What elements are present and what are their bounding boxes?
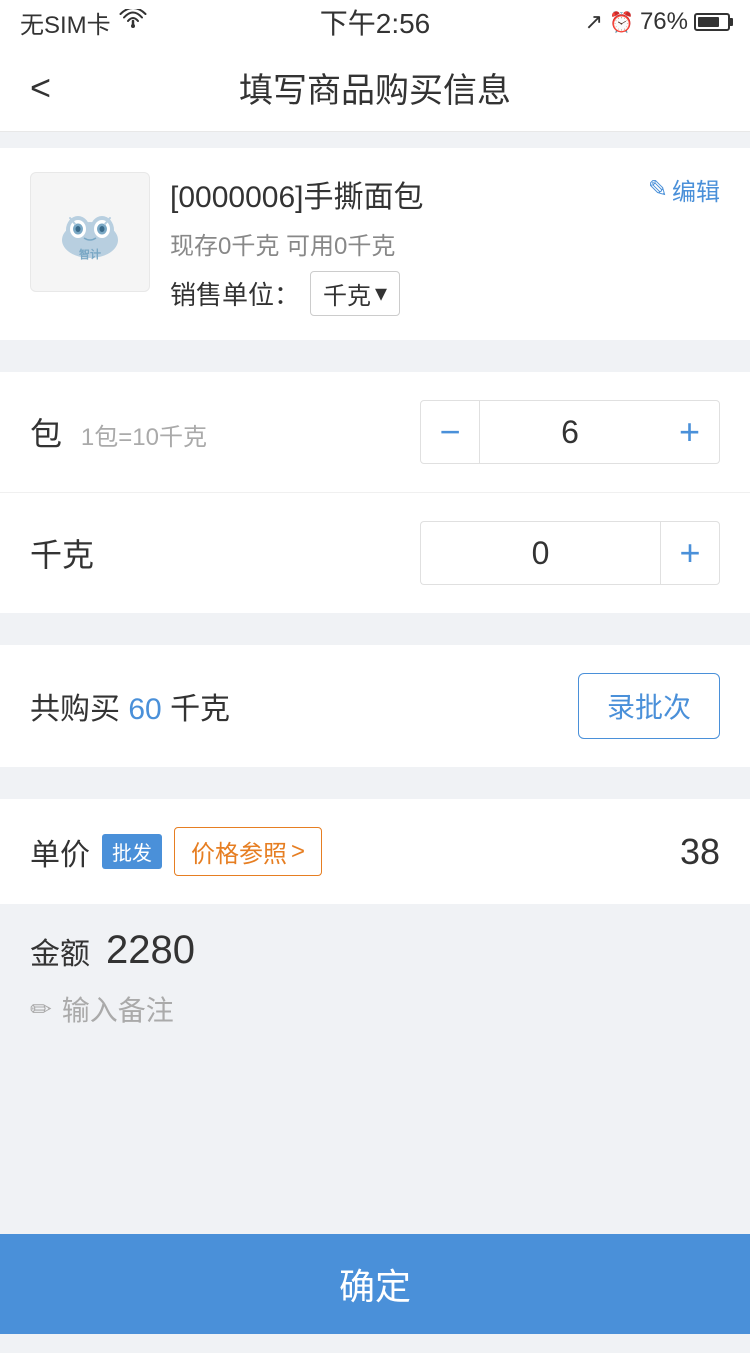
status-time: 下午2:56	[320, 2, 431, 42]
amount-value: 2280	[106, 928, 195, 973]
amount-label: 金额	[30, 929, 90, 973]
total-text: 共购买 60 千克	[30, 684, 230, 728]
separator-1	[0, 340, 750, 356]
bag-qty-section: 包 1包=10千克 − + 千克 +	[0, 372, 750, 613]
bag-label-group: 包 1包=10千克	[30, 409, 420, 455]
price-ref-arrow: >	[291, 838, 305, 866]
price-ref-button[interactable]: 价格参照 >	[174, 827, 322, 876]
unit-value: 千克	[323, 276, 371, 311]
kg-plus-button[interactable]: +	[660, 521, 720, 585]
product-name: [0000006]手撕面包	[170, 172, 720, 216]
wifi-icon	[119, 8, 147, 36]
separator-2	[0, 613, 750, 629]
price-ref-label: 价格参照	[191, 834, 287, 869]
product-unit-row: 销售单位： 千克 ▾	[170, 271, 720, 316]
bag-qty-input[interactable]	[480, 400, 660, 464]
back-button[interactable]: <	[30, 57, 61, 119]
edit-icon: ✎	[648, 175, 668, 204]
price-label-group: 单价 批发 价格参照 >	[30, 827, 322, 876]
status-right: ↗ ⏰ 76%	[585, 8, 730, 36]
status-left: 无SIM卡	[20, 5, 147, 40]
total-row: 共购买 60 千克 录批次	[0, 645, 750, 767]
bag-label: 包	[30, 416, 62, 452]
confirm-button[interactable]: 确定	[0, 1234, 750, 1334]
page-title: 填写商品购买信息	[239, 63, 511, 112]
batch-button[interactable]: 录批次	[578, 673, 720, 739]
total-label: 共购买	[30, 693, 120, 726]
kg-qty-row: 千克 +	[0, 493, 750, 613]
battery-icon	[694, 13, 730, 31]
bag-minus-button[interactable]: −	[420, 400, 480, 464]
price-section: 单价 批发 价格参照 > 38	[0, 799, 750, 904]
price-tag-pifa: 批发	[102, 834, 162, 869]
dropdown-icon: ▾	[375, 279, 387, 308]
total-unit: 千克	[170, 693, 230, 726]
edit-button[interactable]: ✎ 编辑	[648, 172, 720, 207]
status-bar: 无SIM卡 下午2:56 ↗ ⏰ 76%	[0, 0, 750, 44]
product-info: [0000006]手撕面包 现存0千克 可用0千克 销售单位： 千克 ▾	[170, 172, 720, 316]
kg-qty-control: +	[420, 521, 720, 585]
note-placeholder: 输入备注	[62, 989, 174, 1029]
unit-select[interactable]: 千克 ▾	[310, 271, 400, 316]
note-row[interactable]: ✏ 输入备注	[30, 989, 720, 1029]
price-label: 单价	[30, 830, 90, 874]
nav-bar: < 填写商品购买信息	[0, 44, 750, 132]
bag-qty-control: − +	[420, 400, 720, 464]
edit-label: 编辑	[672, 172, 720, 207]
battery-percent: 76%	[640, 8, 688, 36]
price-row: 单价 批发 价格参照 > 38	[30, 827, 720, 876]
pencil-icon: ✏	[30, 994, 52, 1025]
product-stock: 现存0千克 可用0千克	[170, 226, 720, 261]
separator-3	[0, 767, 750, 783]
amount-section: 金额 2280 ✏ 输入备注	[0, 904, 750, 1053]
amount-row: 金额 2280	[30, 928, 720, 973]
bag-qty-row: 包 1包=10千克 − +	[0, 372, 750, 493]
unit-label: 销售单位：	[170, 275, 300, 312]
kg-label: 千克	[30, 530, 420, 576]
location-icon: ↗	[585, 9, 603, 35]
bag-hint: 1包=10千克	[81, 424, 207, 451]
svg-text:智计: 智计	[79, 247, 101, 261]
product-card: 智计 [0000006]手撕面包 现存0千克 可用0千克 销售单位： 千克 ▾ …	[0, 148, 750, 340]
product-image: 智计	[30, 172, 150, 292]
alarm-icon: ⏰	[609, 10, 634, 35]
price-value: 38	[680, 831, 720, 873]
carrier-text: 无SIM卡	[20, 5, 111, 40]
kg-qty-input[interactable]	[420, 521, 660, 585]
bag-plus-button[interactable]: +	[660, 400, 720, 464]
total-amount: 60	[128, 693, 161, 726]
